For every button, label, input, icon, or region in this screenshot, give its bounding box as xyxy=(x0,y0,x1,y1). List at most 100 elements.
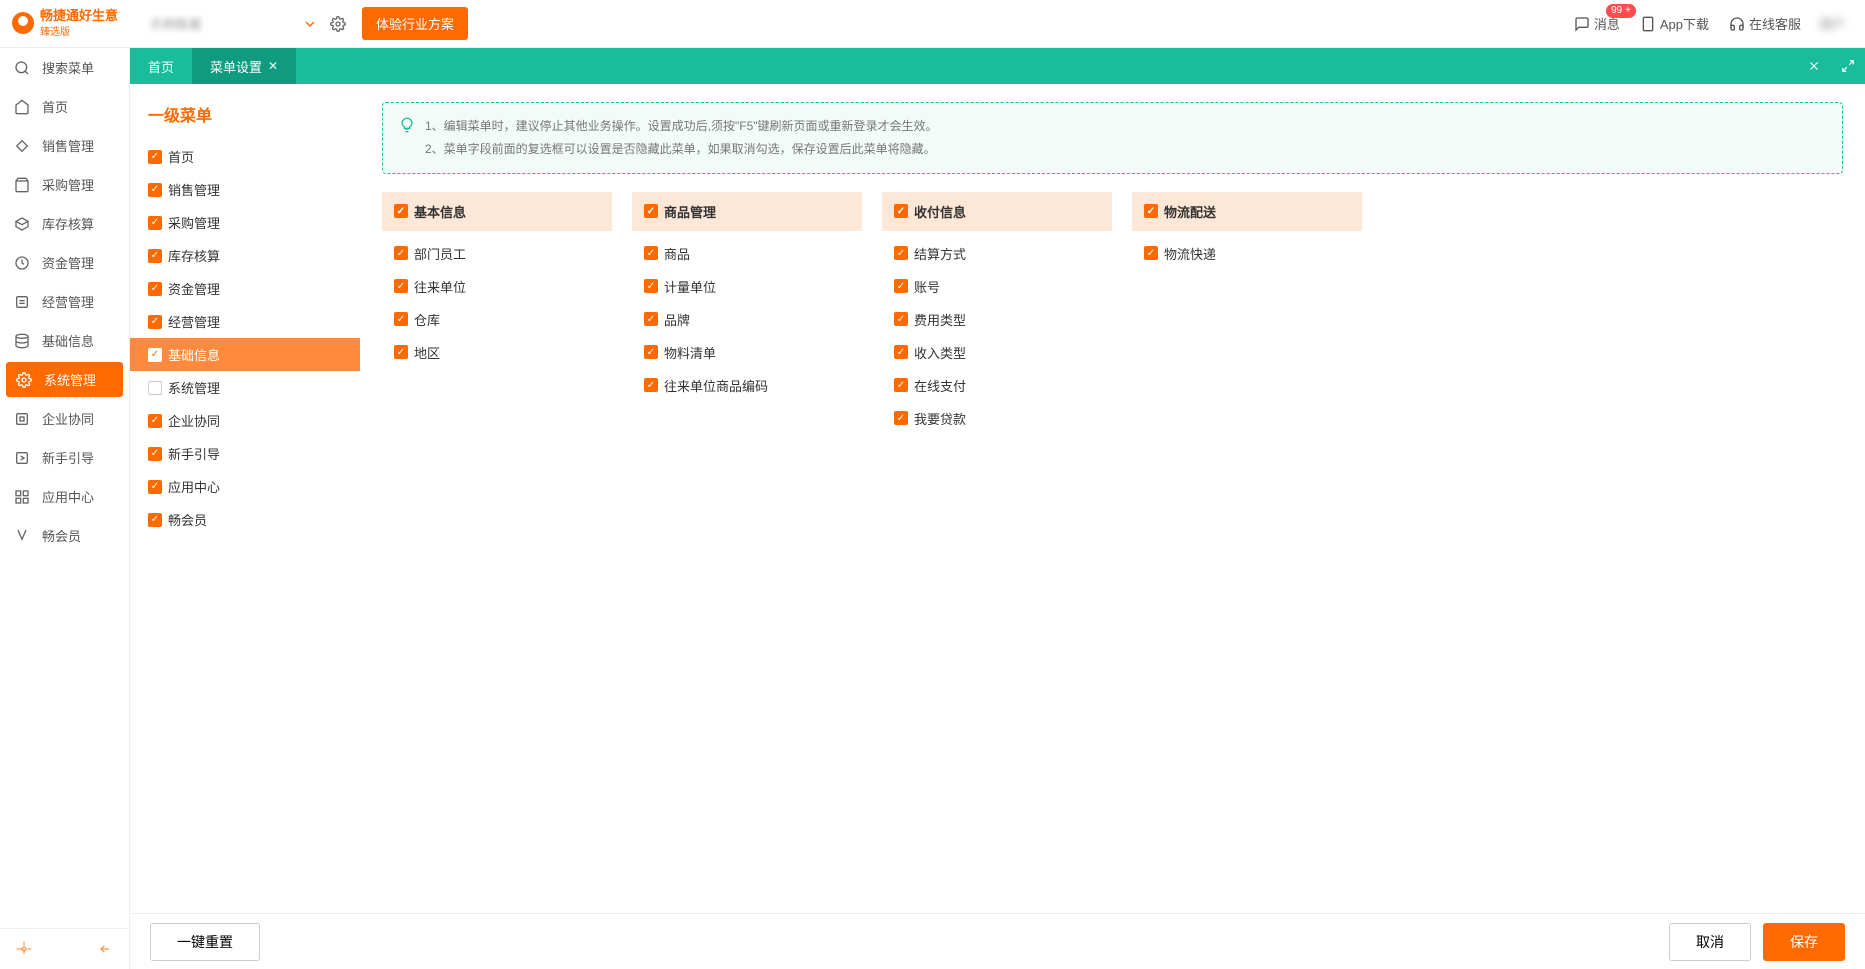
checkbox-icon[interactable]: ✓ xyxy=(394,246,408,260)
data-icon xyxy=(14,333,32,349)
level1-menu-item[interactable]: 系统管理 xyxy=(130,371,360,404)
level1-menu-item[interactable]: ✓经营管理 xyxy=(130,305,360,338)
tenant-name: 示例账套 xyxy=(150,14,202,33)
checkbox-icon[interactable]: ✓ xyxy=(394,312,408,326)
checkbox-icon[interactable]: ✓ xyxy=(894,378,908,392)
nav-item-data[interactable]: 基础信息 xyxy=(0,321,129,360)
checkbox-icon[interactable]: ✓ xyxy=(894,312,908,326)
reset-button[interactable]: 一键重置 xyxy=(150,923,260,961)
nav-item-apps[interactable]: 应用中心 xyxy=(0,477,129,516)
checkbox-icon[interactable]: ✓ xyxy=(148,348,162,362)
checkbox-icon[interactable]: ✓ xyxy=(894,204,908,218)
menu-group-item[interactable]: ✓账号 xyxy=(882,270,1112,303)
experience-button[interactable]: 体验行业方案 xyxy=(362,7,468,40)
checkbox-icon[interactable]: ✓ xyxy=(644,312,658,326)
tab-close-all-icon[interactable] xyxy=(1797,48,1831,84)
nav-item-report[interactable]: 经营管理 xyxy=(0,282,129,321)
checkbox-icon[interactable]: ✓ xyxy=(148,216,162,230)
menu-group-item[interactable]: ✓费用类型 xyxy=(882,303,1112,336)
menu-group-item[interactable]: ✓部门员工 xyxy=(382,237,612,270)
menu-group-item[interactable]: ✓往来单位 xyxy=(382,270,612,303)
nav-item-wallet[interactable]: 资金管理 xyxy=(0,243,129,282)
level1-menu-item[interactable]: ✓基础信息 xyxy=(130,338,360,371)
checkbox-icon[interactable]: ✓ xyxy=(148,183,162,197)
checkbox-icon[interactable]: ✓ xyxy=(894,279,908,293)
save-button[interactable]: 保存 xyxy=(1763,923,1845,961)
user-avatar[interactable]: 用户 xyxy=(1811,14,1853,33)
checkbox-icon[interactable]: ✓ xyxy=(644,378,658,392)
level1-menu-item[interactable]: ✓新手引导 xyxy=(130,437,360,470)
checkbox-icon[interactable]: ✓ xyxy=(894,411,908,425)
checkbox-icon[interactable]: ✓ xyxy=(394,279,408,293)
cancel-button[interactable]: 取消 xyxy=(1669,923,1751,961)
checkbox-icon[interactable]: ✓ xyxy=(1144,204,1158,218)
checkbox-icon[interactable]: ✓ xyxy=(394,204,408,218)
nav-settings-icon[interactable] xyxy=(12,937,36,961)
nav-item-search[interactable]: 搜索菜单 xyxy=(0,48,129,87)
nav-item-guide[interactable]: 新手引导 xyxy=(0,438,129,477)
menu-group-item[interactable]: ✓我要贷款 xyxy=(882,402,1112,435)
menu-group-item[interactable]: ✓ 物流快递 xyxy=(1132,237,1362,270)
nav-item-vip[interactable]: 畅会员 xyxy=(0,516,129,555)
menu-group-item[interactable]: ✓商品 xyxy=(632,237,862,270)
checkbox-icon[interactable]: ✓ xyxy=(894,246,908,260)
level1-menu-item[interactable]: ✓首页 xyxy=(130,140,360,173)
settings-gear-icon[interactable] xyxy=(326,12,350,36)
checkbox-icon[interactable]: ✓ xyxy=(644,279,658,293)
checkbox-icon[interactable]: ✓ xyxy=(644,246,658,260)
level1-menu-item[interactable]: ✓采购管理 xyxy=(130,206,360,239)
menu-group-item[interactable]: ✓地区 xyxy=(382,336,612,369)
app-download-button[interactable]: App下载 xyxy=(1630,14,1719,33)
menu-group-item[interactable]: ✓物料清单 xyxy=(632,336,862,369)
menu-group-header[interactable]: ✓收付信息 xyxy=(882,192,1112,231)
nav-item-box[interactable]: 库存核算 xyxy=(0,204,129,243)
nav-item-cart[interactable]: 采购管理 xyxy=(0,165,129,204)
menu-group-item[interactable]: ✓仓库 xyxy=(382,303,612,336)
online-service-button[interactable]: 在线客服 xyxy=(1719,14,1811,33)
menu-group-header[interactable]: ✓基本信息 xyxy=(382,192,612,231)
level1-menu-item[interactable]: ✓资金管理 xyxy=(130,272,360,305)
checkbox-icon[interactable]: ✓ xyxy=(644,204,658,218)
checkbox-icon[interactable]: ✓ xyxy=(148,315,162,329)
menu-group-item[interactable]: ✓收入类型 xyxy=(882,336,1112,369)
tenant-selector[interactable]: 示例账套 xyxy=(142,10,302,37)
checkbox-icon[interactable]: ✓ xyxy=(148,447,162,461)
menu-group-item[interactable]: ✓往来单位商品编码 xyxy=(632,369,862,402)
brand: 畅捷通好生意 臻选版 xyxy=(12,9,130,38)
menu-group-header[interactable]: ✓物流配送 xyxy=(1132,192,1362,231)
menu-group-item[interactable]: ✓计量单位 xyxy=(632,270,862,303)
checkbox-icon[interactable]: ✓ xyxy=(148,414,162,428)
messages-button[interactable]: 消息 99 + xyxy=(1564,14,1630,33)
nav-collapse-icon[interactable] xyxy=(93,937,117,961)
nav-item-company[interactable]: 企业协同 xyxy=(0,399,129,438)
menu-group-item-label: 物流快递 xyxy=(1164,244,1216,263)
menu-group-item[interactable]: ✓在线支付 xyxy=(882,369,1112,402)
nav-item-home[interactable]: 首页 xyxy=(0,87,129,126)
level1-menu-item[interactable]: ✓畅会员 xyxy=(130,503,360,536)
tab[interactable]: 菜单设置✕ xyxy=(192,48,296,84)
nav-footer xyxy=(0,928,129,969)
close-icon[interactable]: ✕ xyxy=(268,59,278,73)
checkbox-icon[interactable]: ✓ xyxy=(148,282,162,296)
checkbox-icon[interactable]: ✓ xyxy=(894,345,908,359)
checkbox-icon[interactable]: ✓ xyxy=(148,150,162,164)
checkbox-icon[interactable]: ✓ xyxy=(1144,246,1158,260)
level1-menu-item[interactable]: ✓企业协同 xyxy=(130,404,360,437)
menu-group-item[interactable]: ✓结算方式 xyxy=(882,237,1112,270)
chevron-down-icon[interactable] xyxy=(302,16,318,32)
checkbox-icon[interactable]: ✓ xyxy=(148,513,162,527)
nav-item-tag[interactable]: 销售管理 xyxy=(0,126,129,165)
checkbox-icon[interactable]: ✓ xyxy=(148,480,162,494)
level1-menu-item[interactable]: ✓应用中心 xyxy=(130,470,360,503)
checkbox-icon[interactable] xyxy=(148,381,162,395)
level1-menu-item[interactable]: ✓销售管理 xyxy=(130,173,360,206)
menu-group-item[interactable]: ✓品牌 xyxy=(632,303,862,336)
tab[interactable]: 首页 xyxy=(130,48,192,84)
checkbox-icon[interactable]: ✓ xyxy=(644,345,658,359)
nav-item-gear[interactable]: 系统管理 xyxy=(6,362,123,397)
fullscreen-icon[interactable] xyxy=(1831,48,1865,84)
menu-group-header[interactable]: ✓商品管理 xyxy=(632,192,862,231)
checkbox-icon[interactable]: ✓ xyxy=(394,345,408,359)
level1-menu-item[interactable]: ✓库存核算 xyxy=(130,239,360,272)
checkbox-icon[interactable]: ✓ xyxy=(148,249,162,263)
